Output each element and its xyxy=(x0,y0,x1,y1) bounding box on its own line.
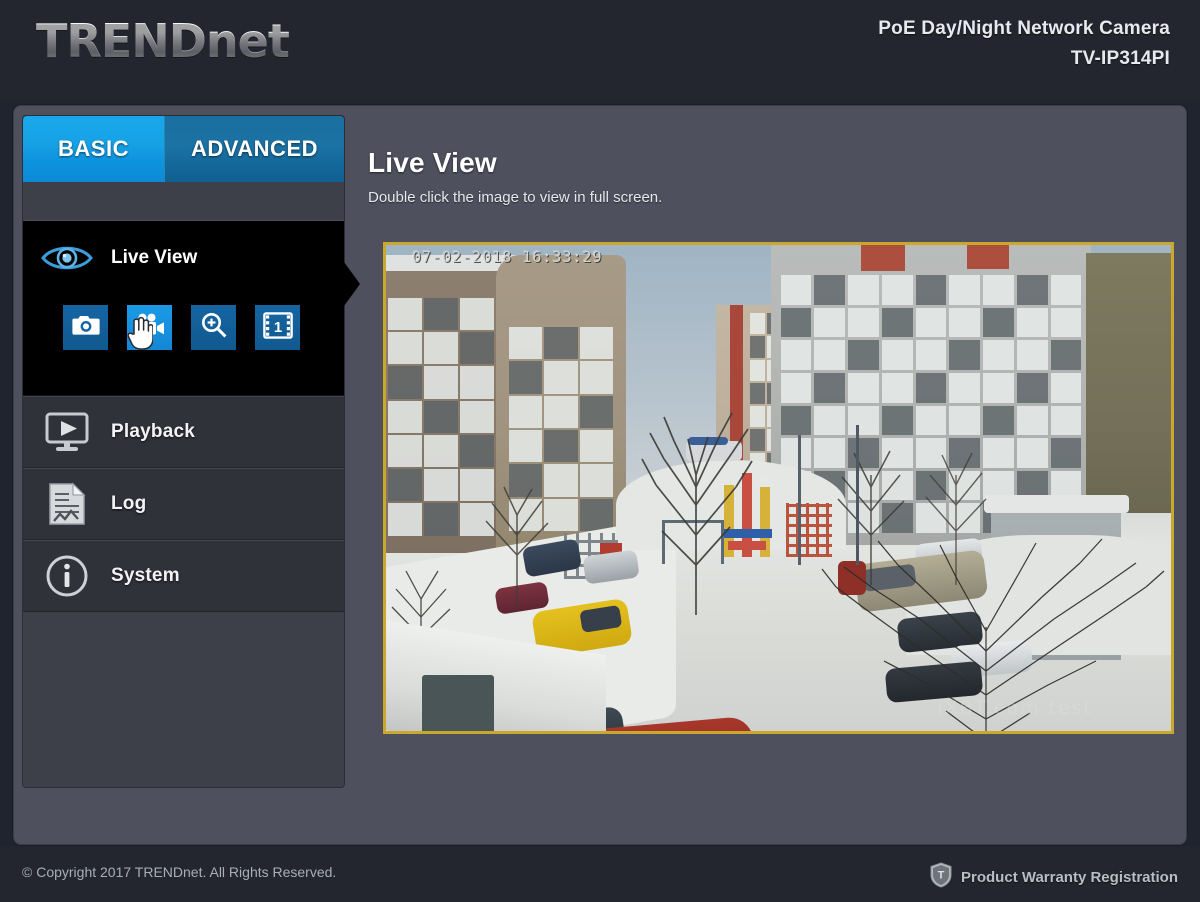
copyright-text: © Copyright 2017 TRENDnet. All Rights Re… xyxy=(22,864,337,880)
warranty-label: Product Warranty Registration xyxy=(961,869,1178,886)
camera-web-ui: TRENDnet PoE Day/Night Network Camera TV… xyxy=(0,0,1200,902)
product-identity: PoE Day/Night Network Camera TV-IP314PI xyxy=(878,14,1170,74)
svg-text:T: T xyxy=(938,870,945,882)
page-title: Live View xyxy=(368,147,497,178)
camera-icon xyxy=(71,313,101,342)
tab-underbar xyxy=(23,182,344,220)
content-area: Live View Double click the image to view… xyxy=(368,115,1177,788)
sidebar-item-system-label: System xyxy=(111,565,180,586)
active-item-pointer xyxy=(344,262,360,306)
pole-2 xyxy=(856,425,859,565)
tab-advanced[interactable]: ADVANCED xyxy=(164,116,344,182)
sidebar-item-live-view-label: Live View xyxy=(111,247,198,268)
video-camera-icon xyxy=(134,313,166,342)
foreground-dark-box xyxy=(422,675,494,731)
magnifier-plus-icon xyxy=(200,311,228,344)
document-chart-icon xyxy=(23,481,111,527)
tab-basic[interactable]: BASIC xyxy=(23,116,164,182)
page-header: TRENDnet PoE Day/Night Network Camera TV… xyxy=(0,0,1200,100)
live-view-toolbar: 1 xyxy=(63,305,300,350)
sidebar-item-live-view[interactable]: Live View xyxy=(23,221,344,295)
product-model-label: TV-IP314PI xyxy=(1070,48,1170,69)
digital-zoom-button[interactable] xyxy=(191,305,236,350)
page-subtitle: Double click the image to view in full s… xyxy=(368,189,663,206)
record-button[interactable] xyxy=(127,305,172,350)
product-line-label: PoE Day/Night Network Camera xyxy=(878,18,1170,39)
trendnet-logo: TRENDnet xyxy=(36,14,290,68)
monitor-play-icon xyxy=(23,411,111,453)
snapshot-button[interactable] xyxy=(63,305,108,350)
page-footer: © Copyright 2017 TRENDnet. All Rights Re… xyxy=(0,846,1200,902)
product-warranty-registration-link[interactable]: T Product Warranty Registration xyxy=(930,862,1178,893)
shield-t-icon: T xyxy=(930,862,952,893)
sidebar-menu: Playback Log System xyxy=(23,396,344,612)
frame-rate-button[interactable]: 1 xyxy=(255,305,300,350)
tree-bare-left xyxy=(462,445,572,605)
sidebar-item-system[interactable]: System xyxy=(23,540,344,612)
sidebar-item-live-view-panel: Live View 1 xyxy=(23,220,344,396)
film-frame-1-icon: 1 xyxy=(262,311,293,344)
video-watermark: iXBT.com test xyxy=(937,697,1093,719)
sidebar-item-playback[interactable]: Playback xyxy=(23,396,344,468)
eye-icon xyxy=(23,243,111,273)
tree-bare-center xyxy=(616,355,776,615)
main-panel: BASIC ADVANCED Playback Log System Live … xyxy=(12,104,1188,846)
live-video-viewport[interactable]: 07-02-2018 16:33:29 iXBT.com test xyxy=(383,242,1174,734)
pole-1 xyxy=(798,435,801,565)
sidebar-item-playback-label: Playback xyxy=(111,421,195,442)
building-far-right xyxy=(1086,253,1171,513)
sidebar: BASIC ADVANCED Playback Log System Live … xyxy=(22,115,360,788)
video-scene: 07-02-2018 16:33:29 iXBT.com test xyxy=(386,245,1171,731)
sidebar-item-log[interactable]: Log xyxy=(23,468,344,540)
sidebar-item-log-label: Log xyxy=(111,493,147,514)
mode-tabs: BASIC ADVANCED xyxy=(23,116,344,182)
video-timestamp-overlay: 07-02-2018 16:33:29 xyxy=(412,248,603,266)
info-circle-icon xyxy=(23,553,111,599)
svg-text:1: 1 xyxy=(273,319,281,336)
